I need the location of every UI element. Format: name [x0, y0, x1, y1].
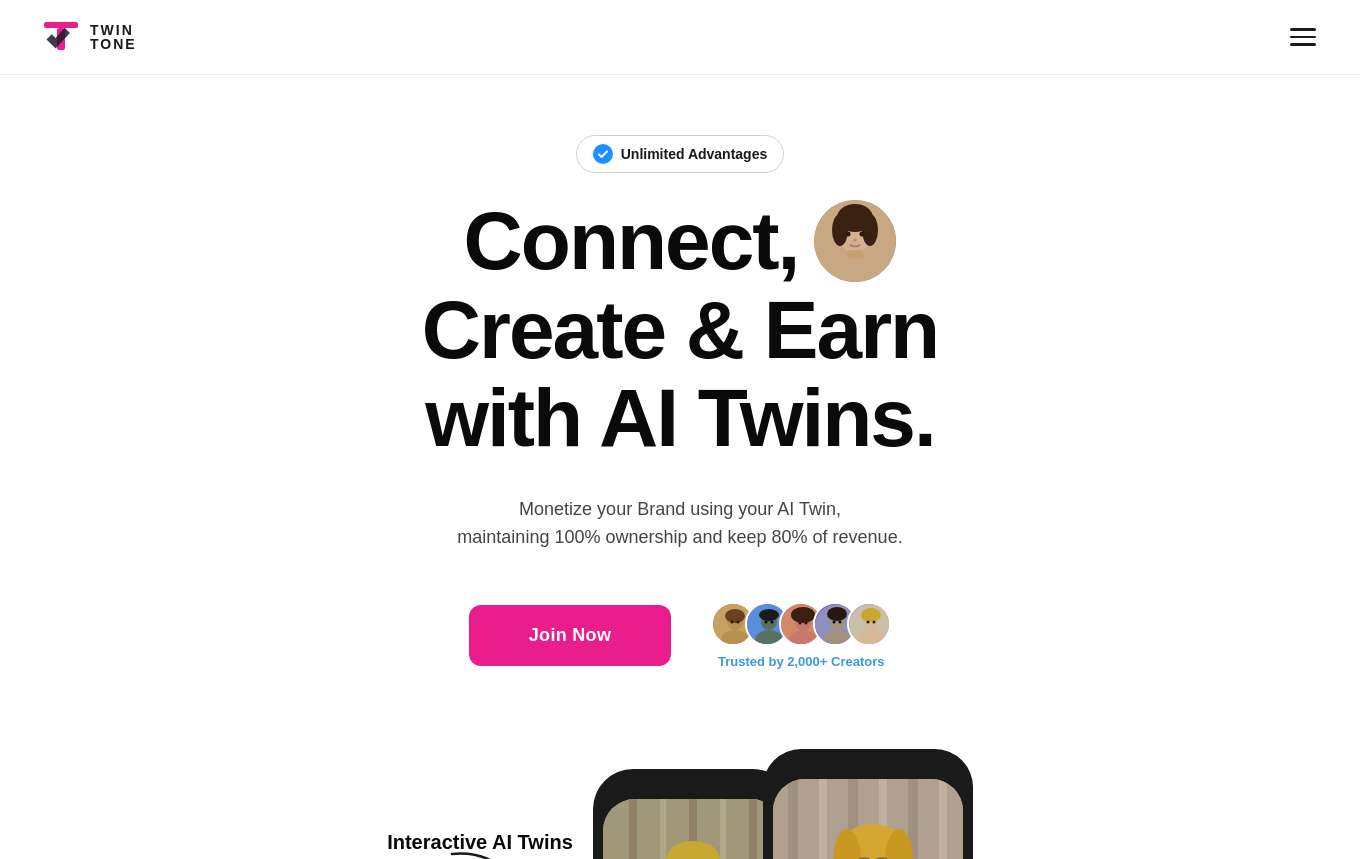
svg-point-30	[805, 622, 808, 625]
phones-wrapper	[593, 749, 973, 859]
svg-point-42	[873, 621, 876, 624]
svg-point-28	[791, 607, 815, 623]
svg-point-10	[846, 232, 851, 237]
hero-line1: Connect,	[422, 197, 938, 286]
header: TWIN TONE	[0, 0, 1360, 75]
social-proof: Trusted by 2,000+ Creators	[711, 602, 891, 669]
person2-image	[603, 799, 783, 859]
svg-point-34	[827, 607, 847, 621]
arrow-icon	[447, 849, 537, 859]
phone-screen-large	[773, 779, 963, 859]
hero-line2-text: Create & Earn	[422, 284, 938, 375]
hero-line3-text: with AI Twins.	[425, 372, 935, 463]
logo-line1: TWIN	[90, 23, 137, 37]
advantages-badge: Unlimited Advantages	[576, 135, 785, 173]
svg-point-12	[853, 239, 857, 242]
hero-line1-text: Connect,	[464, 197, 799, 286]
phone-notch-large	[828, 767, 908, 779]
subtitle-line2: maintaining 100% ownership and keep 80% …	[457, 527, 902, 547]
svg-point-24	[771, 621, 774, 624]
svg-rect-0	[44, 22, 78, 28]
hamburger-line1	[1290, 28, 1316, 31]
svg-point-18	[737, 621, 740, 624]
trusted-text: Trusted by 2,000+ Creators	[718, 654, 885, 669]
svg-point-22	[759, 609, 779, 621]
svg-point-7	[862, 214, 878, 246]
badge-text: Unlimited Advantages	[621, 146, 768, 162]
hamburger-line2	[1290, 36, 1316, 39]
logo-line2: TONE	[90, 37, 137, 51]
hero-heading-wrapper: Connect,	[422, 197, 938, 463]
hero-line3: with AI Twins.	[422, 374, 938, 463]
hero-avatar-image	[814, 200, 896, 282]
svg-point-17	[731, 621, 734, 624]
svg-point-41	[867, 621, 870, 624]
svg-point-36	[839, 621, 842, 624]
logo-icon	[40, 16, 82, 58]
svg-point-29	[799, 622, 802, 625]
svg-point-40	[861, 608, 881, 622]
person1-image	[773, 779, 963, 859]
logo-text: TWIN TONE	[90, 23, 137, 51]
main-content: Unlimited Advantages Connect,	[0, 75, 1360, 859]
avatars-stack	[711, 602, 891, 646]
cta-section: Join Now	[469, 602, 891, 669]
subtitle-line1: Monetize your Brand using your AI Twin,	[519, 499, 841, 519]
svg-point-16	[725, 609, 745, 623]
logo[interactable]: TWIN TONE	[40, 16, 137, 58]
svg-point-11	[860, 232, 865, 237]
phone-section: Interactive AI Twins	[0, 729, 1360, 859]
phone-large	[763, 749, 973, 859]
svg-point-6	[832, 214, 848, 246]
phone-screen-small	[603, 799, 783, 859]
phone-notch-small	[653, 787, 733, 799]
check-badge-icon	[593, 144, 613, 164]
hero-subtitle: Monetize your Brand using your AI Twin, …	[457, 495, 902, 553]
hero-avatar	[814, 200, 896, 282]
svg-point-23	[765, 621, 768, 624]
join-now-button[interactable]: Join Now	[469, 605, 671, 666]
interactive-label-area: Interactive AI Twins	[387, 831, 573, 859]
menu-button[interactable]	[1286, 24, 1320, 50]
creator-avatar-5	[847, 602, 891, 646]
svg-point-35	[833, 621, 836, 624]
hamburger-line3	[1290, 43, 1316, 46]
hero-heading: Connect,	[422, 197, 938, 463]
hero-line2: Create & Earn	[422, 286, 938, 375]
